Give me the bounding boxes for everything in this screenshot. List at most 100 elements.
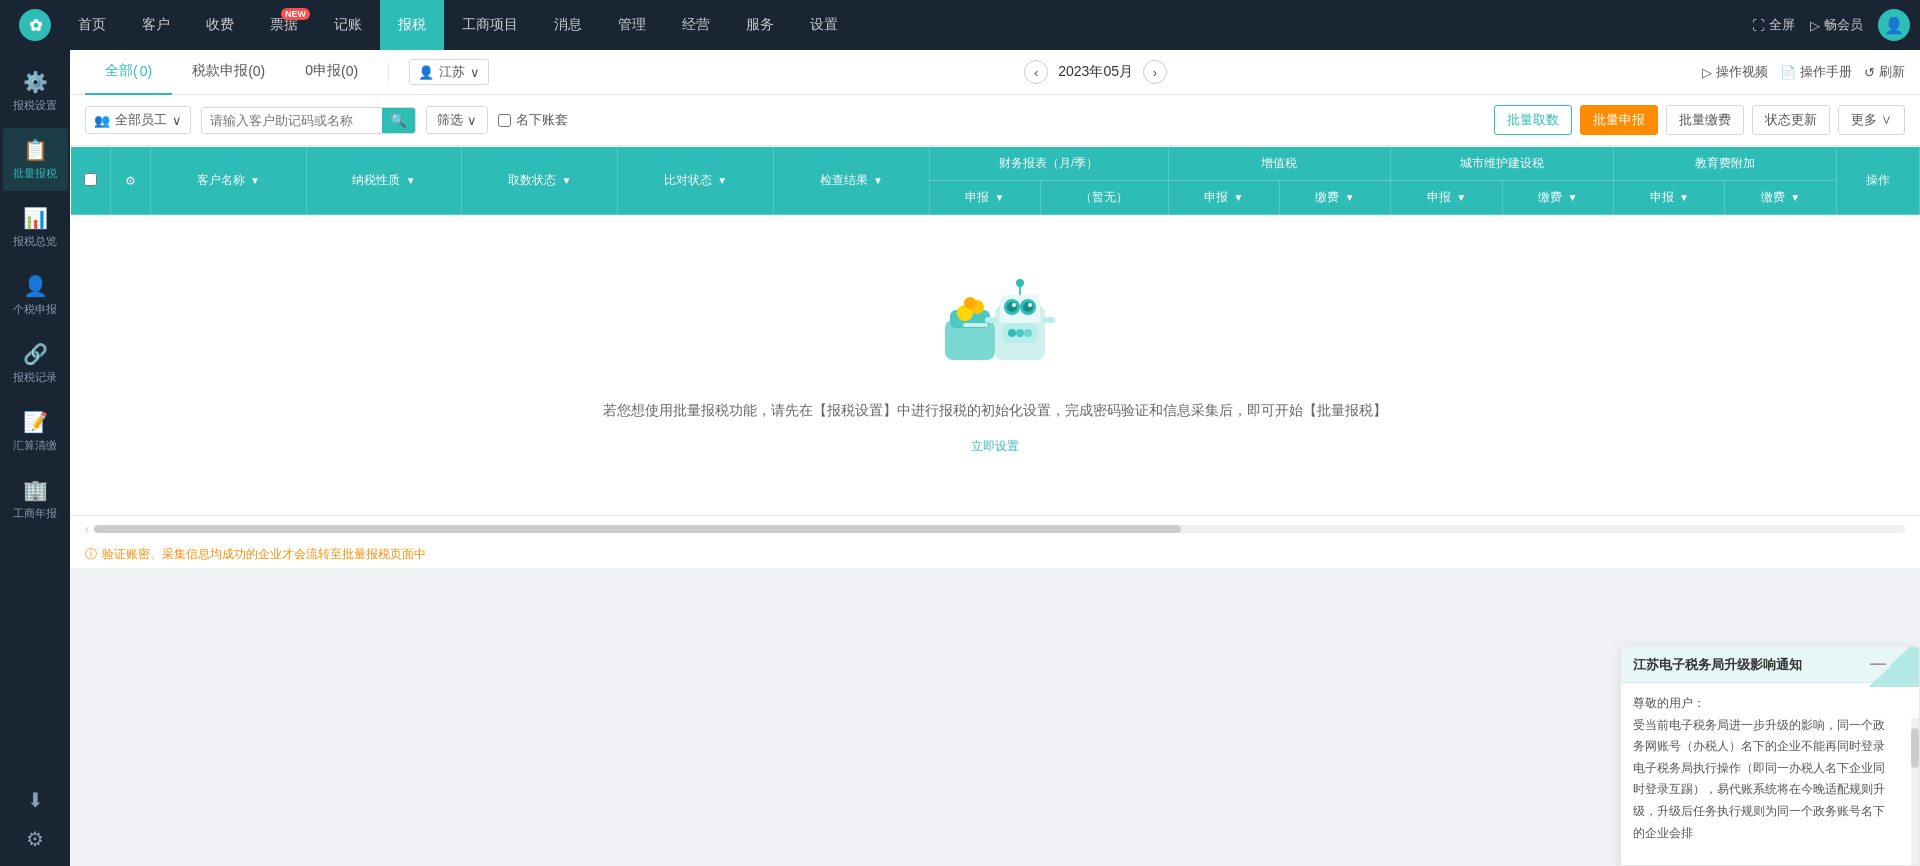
month-display: 2023年05月 <box>1058 63 1133 81</box>
tabs-bar: 全部(0) 税款申报(0) 0申报(0) 👤 江苏 ∨ ‹ 2023年05月 › <box>70 50 1920 95</box>
search-input[interactable] <box>202 109 382 132</box>
th-financial-report: 财务报表（月/季） <box>929 147 1168 181</box>
horizontal-scrollbar[interactable] <box>94 525 1905 533</box>
nav-operate[interactable]: 经营 <box>664 0 728 50</box>
nav-invoice[interactable]: 票据 NEW <box>252 0 316 50</box>
region-selector[interactable]: 👤 江苏 ∨ <box>409 59 489 85</box>
th-vat-declare: 申报 ▼ <box>1168 181 1279 215</box>
chevron-down-icon: ∨ <box>467 113 477 128</box>
svg-rect-16 <box>985 317 997 323</box>
sidebar-item-annual-settle[interactable]: 📝 汇算清缴 <box>3 400 68 463</box>
th-financial-declare: 申报 ▼ <box>929 181 1040 215</box>
sort-icon[interactable]: ▼ <box>1456 192 1466 203</box>
more-btn[interactable]: 更多 ∨ <box>1838 105 1905 135</box>
refresh-link[interactable]: ↺ 刷新 <box>1864 63 1905 81</box>
nav-customer[interactable]: 客户 <box>124 0 188 50</box>
toolbar: 👥 全部员工 ∨ 🔍 筛选 ∨ 名下账套 批量取数 批量申报 批量缴费 状态更新 <box>70 95 1920 146</box>
th-edu-declare: 申报 ▼ <box>1614 181 1725 215</box>
empty-state-row: 若您想使用批量报税功能，请先在【报税设置】中进行报税的初始化设置，完成密码验证和… <box>71 215 1920 516</box>
scroll-bar-area: ‹ <box>70 515 1920 541</box>
sidebar-item-batch-tax[interactable]: 📋 批量报税 <box>3 128 68 191</box>
tax-settings-icon: ⚙️ <box>23 70 48 94</box>
month-navigation: ‹ 2023年05月 › <box>489 60 1702 84</box>
member-btn[interactable]: ▷ 畅会员 <box>1810 16 1863 34</box>
th-settings: ⚙ <box>111 147 151 215</box>
nav-service[interactable]: 服务 <box>728 0 792 50</box>
data-table: ⚙ 客户名称 ▼ 纳税性质 ▼ 取数状态 <box>70 146 1920 515</box>
nav-fee[interactable]: 收费 <box>188 0 252 50</box>
sort-icon[interactable]: ▼ <box>562 175 572 186</box>
fullscreen-btn[interactable]: ⛶ 全屏 <box>1752 16 1795 34</box>
chevron-down-icon: ∨ <box>470 65 480 80</box>
user-avatar[interactable]: 👤 <box>1878 9 1910 41</box>
sidebar-item-tax-settings[interactable]: ⚙️ 报税设置 <box>3 60 68 123</box>
region-icon: 👤 <box>418 65 434 80</box>
tax-overview-icon: 📊 <box>23 206 48 230</box>
svg-point-20 <box>1016 329 1024 337</box>
notification-content: 尊敬的用户： 受当前电子税务局进一步升级的影响，同一个政务网账号（办税人）名下的… <box>1633 693 1907 844</box>
sort-icon[interactable]: ▼ <box>1345 192 1355 203</box>
sort-icon[interactable]: ▼ <box>1568 192 1578 203</box>
settings-icon[interactable]: ⚙ <box>125 174 136 188</box>
sort-icon[interactable]: ▼ <box>250 175 260 186</box>
svg-rect-2 <box>963 323 988 327</box>
sort-icon[interactable]: ▼ <box>873 175 883 186</box>
sidebar-item-tax-overview[interactable]: 📊 报税总览 <box>3 196 68 259</box>
tab-zero-declare[interactable]: 0申报(0) <box>285 50 378 95</box>
notif-corner-decoration <box>1859 647 1919 687</box>
sidebar-item-tax-records[interactable]: 🔗 报税记录 <box>3 332 68 395</box>
svg-point-12 <box>1012 303 1016 307</box>
bottom-settings-icon[interactable]: ⚙ <box>26 827 44 851</box>
nav-settings[interactable]: 设置 <box>792 0 856 50</box>
svg-point-13 <box>1028 303 1032 307</box>
empty-text: 若您想使用批量报税功能，请先在【报税设置】中进行报税的初始化设置，完成密码验证和… <box>603 398 1387 423</box>
sort-icon[interactable]: ▼ <box>1790 192 1800 203</box>
sort-icon[interactable]: ▼ <box>406 175 416 186</box>
warning-icon: ⓘ <box>85 546 97 563</box>
sort-icon[interactable]: ▼ <box>1233 192 1243 203</box>
account-checkbox[interactable] <box>498 114 511 127</box>
search-button[interactable]: 🔍 <box>382 108 415 133</box>
sort-icon[interactable]: ▼ <box>1679 192 1689 203</box>
chevron-down-icon: ∨ <box>1881 112 1892 127</box>
staff-selector[interactable]: 👥 全部员工 ∨ <box>85 106 191 134</box>
nav-home[interactable]: 首页 <box>60 0 124 50</box>
top-right-actions: ⛶ 全屏 ▷ 畅会员 👤 <box>1752 9 1910 41</box>
download-icon[interactable]: ⬇ <box>27 788 44 812</box>
select-all-checkbox[interactable] <box>84 173 97 186</box>
batch-pay-btn[interactable]: 批量缴费 <box>1666 105 1744 135</box>
operation-manual-link[interactable]: 📄 操作手册 <box>1780 63 1852 81</box>
nav-message[interactable]: 消息 <box>536 0 600 50</box>
annual-settle-icon: 📝 <box>23 410 48 434</box>
th-city-tax: 城市维护建设税 <box>1391 147 1614 181</box>
prev-month-btn[interactable]: ‹ <box>1024 60 1048 84</box>
th-operation: 操作 <box>1836 147 1919 215</box>
th-tax-type: 纳税性质 ▼ <box>306 147 462 215</box>
tab-all[interactable]: 全部(0) <box>85 50 172 95</box>
nav-business[interactable]: 工商项目 <box>444 0 536 50</box>
scroll-left-arrow[interactable]: ‹ <box>85 521 89 536</box>
notification-scrollbar[interactable] <box>1911 718 1919 865</box>
sidebar-item-personal-tax[interactable]: 👤 个税申报 <box>3 264 68 327</box>
status-update-btn[interactable]: 状态更新 <box>1752 105 1830 135</box>
table-container: ⚙ 客户名称 ▼ 纳税性质 ▼ 取数状态 <box>70 146 1920 515</box>
nav-manage[interactable]: 管理 <box>600 0 664 50</box>
setup-link[interactable]: 立即设置 <box>971 438 1019 455</box>
filter-button[interactable]: 筛选 ∨ <box>426 106 488 134</box>
video-icon: ▷ <box>1702 65 1712 80</box>
operation-video-link[interactable]: ▷ 操作视频 <box>1702 63 1768 81</box>
batch-fetch-btn[interactable]: 批量取数 <box>1494 105 1572 135</box>
sidebar-item-annual-report[interactable]: 🏢 工商年报 <box>3 468 68 531</box>
nav-menu: 首页 客户 收费 票据 NEW 记账 报税 工商项目 消息 管理 经营 服务 设… <box>60 0 1752 50</box>
sort-icon[interactable]: ▼ <box>995 192 1005 203</box>
annual-report-icon: 🏢 <box>23 478 48 502</box>
nav-tax[interactable]: 报税 <box>380 0 444 50</box>
batch-declare-btn[interactable]: 批量申报 <box>1580 105 1658 135</box>
nav-accounting[interactable]: 记账 <box>316 0 380 50</box>
th-compare-status: 比对状态 ▼ <box>618 147 774 215</box>
sort-icon[interactable]: ▼ <box>717 175 727 186</box>
tab-tax-declare[interactable]: 税款申报(0) <box>172 50 285 95</box>
app-logo[interactable]: ✿ <box>10 9 60 41</box>
staff-icon: 👥 <box>94 113 110 128</box>
next-month-btn[interactable]: › <box>1143 60 1167 84</box>
